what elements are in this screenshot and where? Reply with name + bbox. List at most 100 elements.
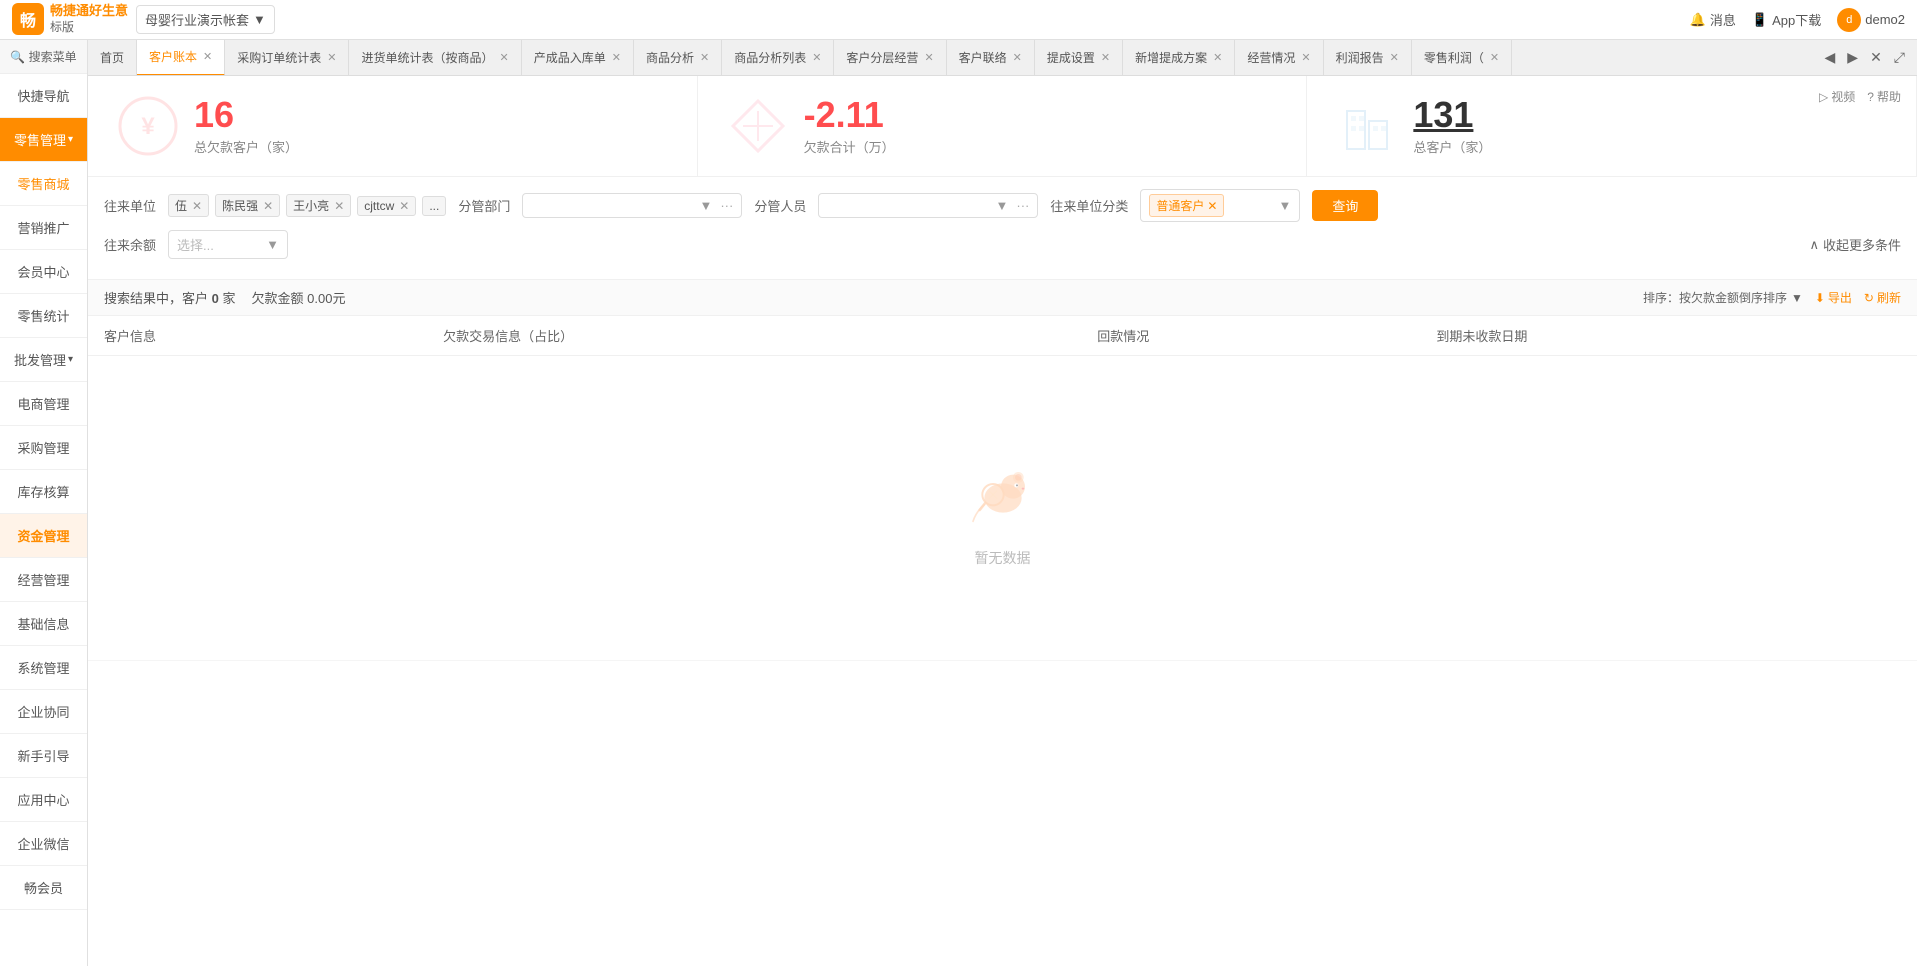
help-link[interactable]: ? 帮助 <box>1867 88 1901 105</box>
tab-prev-button[interactable]: ◀ <box>1821 47 1840 68</box>
result-bar: 搜索结果中，客户 0 家 欠款金额 0.00元 排序：按欠款金额倒序排序 ▼ <box>88 280 1917 316</box>
tab-maximize-button[interactable]: ⤢ <box>1890 47 1909 68</box>
stat-value-area-1: 16 总欠款客户（家） <box>194 97 298 156</box>
remove-tag-wu[interactable]: ✕ <box>192 199 202 213</box>
tab-close-product-analysis[interactable]: ✕ <box>700 51 709 64</box>
sidebar-item-retail-stats[interactable]: 零售统计 <box>0 294 87 338</box>
ellipsis-icon: ··· <box>720 198 733 213</box>
filter-tag-more[interactable]: ... <box>422 196 446 216</box>
export-button[interactable]: ⬇ 导出 <box>1815 289 1852 306</box>
chevron-up-icon: ∧ <box>1809 237 1819 253</box>
chevron-down-branch-dept: ▼ <box>699 198 712 213</box>
tab-product-analysis-list[interactable]: 商品分析列表 ✕ <box>722 40 834 76</box>
topbar-right: 🔔 消息 📱 App下载 d demo2 <box>1690 8 1905 32</box>
sidebar-item-wholesale-mgmt[interactable]: 批发管理 ▾ <box>0 338 87 382</box>
sidebar-item-retail-mall[interactable]: 零售商城 <box>0 162 87 206</box>
app-download-button[interactable]: 📱 App下载 <box>1752 10 1821 29</box>
tab-close-purchase[interactable]: ✕ <box>327 51 336 64</box>
remove-tag-chen[interactable]: ✕ <box>263 199 273 213</box>
sidebar-item-system-mgmt[interactable]: 系统管理 <box>0 646 87 690</box>
unit-filter-tags: 伍 ✕ 陈民强 ✕ 王小亮 ✕ cjttcw ✕ <box>168 194 446 217</box>
tab-product-analysis[interactable]: 商品分析 ✕ <box>634 40 722 76</box>
filter-tag-chen[interactable]: 陈民强 ✕ <box>215 194 280 217</box>
sidebar-item-enterprise-wechat[interactable]: 企业微信 <box>0 822 87 866</box>
tab-close-new-boost[interactable]: ✕ <box>1213 51 1222 64</box>
user-menu-button[interactable]: d demo2 <box>1837 8 1905 32</box>
remove-tag-cjttcw[interactable]: ✕ <box>399 199 409 213</box>
tab-profit-report[interactable]: 利润报告 ✕ <box>1324 40 1412 76</box>
tab-next-button[interactable]: ▶ <box>1843 47 1862 68</box>
col-customer-info: 客户信息 <box>88 316 427 356</box>
sidebar-item-member-center[interactable]: 会员中心 <box>0 250 87 294</box>
sidebar-item-capital-mgmt[interactable]: 资金管理 <box>0 514 87 558</box>
sidebar-item-ecommerce-mgmt[interactable]: 电商管理 <box>0 382 87 426</box>
tab-close-all-button[interactable]: ✕ <box>1866 47 1886 68</box>
empty-state-cell: 暂无数据 <box>88 356 1917 661</box>
branch-dept-label: 分管部门 <box>458 196 510 215</box>
tab-product-inbound[interactable]: 产成品入库单 ✕ <box>522 40 634 76</box>
unit-category-select[interactable]: 普通客户 ✕ ▼ <box>1140 189 1300 222</box>
logo-icon: 畅 <box>12 3 44 35</box>
remove-unit-category[interactable]: ✕ <box>1207 199 1217 213</box>
sidebar-item-premium-member[interactable]: 畅会员 <box>0 866 87 910</box>
tab-close-profit-report[interactable]: ✕ <box>1390 51 1399 64</box>
tab-close-stock[interactable]: ✕ <box>500 51 509 64</box>
sort-select[interactable]: 排序：按欠款金额倒序排序 ▼ <box>1643 289 1803 306</box>
tab-customer-contact[interactable]: 客户联络 ✕ <box>947 40 1035 76</box>
balance-select[interactable]: 选择... ▼ <box>168 230 288 259</box>
sidebar-item-retail-mgmt[interactable]: 零售管理 ▾ <box>0 118 87 162</box>
tab-close-customers[interactable]: ✕ <box>203 50 212 63</box>
tab-customer-tier[interactable]: 客户分层经营 ✕ <box>834 40 946 76</box>
tab-purchase-orders[interactable]: 采购订单统计表 ✕ <box>225 40 349 76</box>
tab-close-product-analysis-list[interactable]: ✕ <box>812 51 821 64</box>
collapse-button[interactable]: ∧ 收起更多条件 <box>1809 235 1901 254</box>
top-right-links: ▷ 视频 ? 帮助 <box>1819 88 1901 105</box>
tab-retail-profit[interactable]: 零售利润（ ✕ <box>1412 40 1512 76</box>
sidebar-item-enterprise-coop[interactable]: 企业协同 <box>0 690 87 734</box>
branch-person-select[interactable]: ▼ ··· <box>818 193 1038 218</box>
sidebar-item-operations-mgmt[interactable]: 经营管理 <box>0 558 87 602</box>
tab-close-customer-tier[interactable]: ✕ <box>924 51 933 64</box>
filter-tag-wang[interactable]: 王小亮 ✕ <box>286 194 351 217</box>
stat-value-area-2: -2.11 欠款合计（万） <box>804 97 895 156</box>
account-selector[interactable]: 母婴行业演示帐套 ▼ <box>136 5 275 34</box>
remove-tag-wang[interactable]: ✕ <box>334 199 344 213</box>
sidebar-item-quick-nav[interactable]: 快捷导航 <box>0 74 87 118</box>
tab-new-boost[interactable]: 新增提成方案 ✕ <box>1123 40 1235 76</box>
sidebar-item-marketing[interactable]: 营销推广 <box>0 206 87 250</box>
tab-home[interactable]: 首页 <box>88 40 137 76</box>
sidebar-item-inventory-check[interactable]: 库存核算 <box>0 470 87 514</box>
table-empty-row: 暂无数据 <box>88 356 1917 661</box>
tab-customers[interactable]: 客户账本 ✕ <box>137 40 225 76</box>
tab-boost-settings[interactable]: 提成设置 ✕ <box>1035 40 1123 76</box>
filter-tag-wu[interactable]: 伍 ✕ <box>168 194 209 217</box>
tab-close-customer-contact[interactable]: ✕ <box>1013 51 1022 64</box>
tab-close-product-inbound[interactable]: ✕ <box>612 51 621 64</box>
messages-button[interactable]: 🔔 消息 <box>1690 10 1736 29</box>
col-debt-info: 欠款交易信息（占比） <box>427 316 1081 356</box>
by-unit-label: 往来单位 <box>104 196 156 215</box>
total-customers-label: 总客户（家） <box>1413 137 1491 156</box>
tab-close-boost-settings[interactable]: ✕ <box>1101 51 1110 64</box>
sidebar-item-app-center[interactable]: 应用中心 <box>0 778 87 822</box>
result-bar-right: 排序：按欠款金额倒序排序 ▼ ⬇ 导出 ↻ 刷新 <box>1643 289 1901 306</box>
filter-tag-cjttcw[interactable]: cjttcw ✕ <box>357 196 416 216</box>
tab-close-retail-profit[interactable]: ✕ <box>1490 51 1499 64</box>
sidebar-item-new-user-guide[interactable]: 新手引导 <box>0 734 87 778</box>
chevron-down-icon: ▼ <box>253 12 266 27</box>
empty-illustration <box>963 448 1043 528</box>
branch-dept-select[interactable]: ▼ ··· <box>522 193 742 218</box>
tab-stock-stats[interactable]: 进货单统计表（按商品） ✕ <box>349 40 521 76</box>
filter-row-2: 往来余额 选择... ▼ ∧ 收起更多条件 <box>104 230 1901 259</box>
sidebar-item-basic-info[interactable]: 基础信息 <box>0 602 87 646</box>
query-button[interactable]: 查询 <box>1312 190 1378 221</box>
video-link[interactable]: ▷ 视频 <box>1819 88 1855 105</box>
filter-row-1: 往来单位 伍 ✕ 陈民强 ✕ 王小亮 ✕ <box>104 189 1901 222</box>
tab-operations[interactable]: 经营情况 ✕ <box>1235 40 1323 76</box>
refresh-button[interactable]: ↻ 刷新 <box>1864 289 1901 306</box>
empty-text: 暂无数据 <box>975 548 1031 568</box>
sidebar-item-purchase-mgmt[interactable]: 采购管理 <box>0 426 87 470</box>
sidebar-search[interactable]: 🔍 搜索菜单 <box>0 40 87 74</box>
unit-category-label: 往来单位分类 <box>1050 196 1128 215</box>
tab-close-operations[interactable]: ✕ <box>1301 51 1310 64</box>
